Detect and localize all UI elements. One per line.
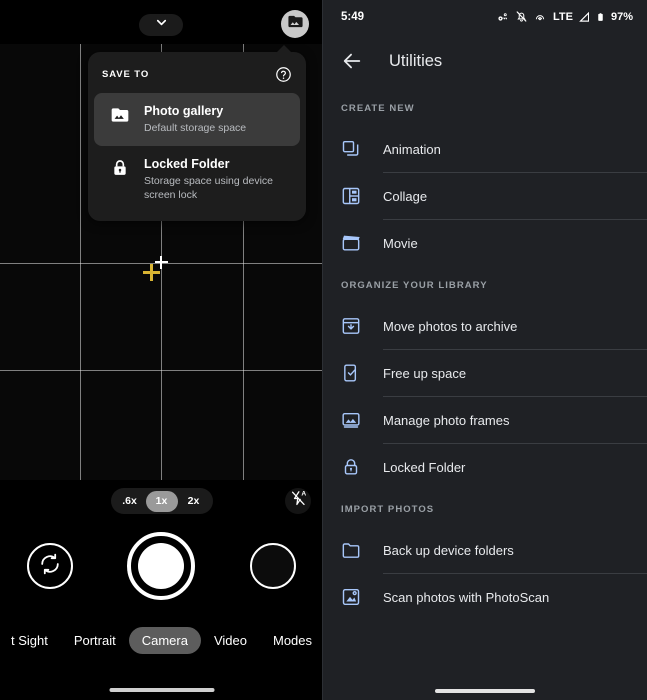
back-arrow-icon[interactable] [341,50,363,72]
mode-modes[interactable]: Modes [260,627,322,654]
camera-action-buttons [0,528,322,604]
option-subtitle: Default storage space [144,122,247,134]
save-to-option-text: Locked Folder Storage space using device… [144,156,288,202]
save-to-label: SAVE TO [102,69,150,80]
mode-video[interactable]: Video [201,627,260,654]
help-circle-icon[interactable] [275,66,292,83]
cast-icon [533,11,547,23]
list-item-label: Free up space [383,365,467,381]
camera-mode-selector[interactable]: t Sight Portrait Camera Video Modes [0,623,322,657]
list-item-back-up-device-folders[interactable]: Back up device folders [323,527,647,573]
movie-icon [341,233,361,253]
save-to-popup: SAVE TO Photo gallery Default storage sp… [88,45,306,221]
section-list-import: Back up device folders Scan photos with … [323,527,647,620]
vpn-key-icon [496,11,510,23]
last-photo-thumbnail[interactable] [249,543,296,589]
collage-icon [341,186,361,206]
list-item-manage-photo-frames[interactable]: Manage photo frames [323,397,647,443]
list-item-label: Back up device folders [383,542,514,558]
gesture-home-bar[interactable] [109,688,214,692]
notifications-off-icon [515,10,528,23]
svg-text:A: A [301,491,306,498]
folder-icon [341,540,361,560]
save-to-option-locked-folder[interactable]: Locked Folder Storage space using device… [94,146,300,213]
list-item-label: Locked Folder [383,459,466,475]
list-item-label: Manage photo frames [383,412,510,428]
mode-camera[interactable]: Camera [128,626,201,654]
option-title: Locked Folder [144,157,230,171]
camera-top-bar [0,0,322,44]
lock-icon [110,158,130,178]
camera-flip-icon [38,552,62,581]
list-item-collage[interactable]: Collage [323,173,647,219]
save-to-option-text: Photo gallery Default storage space [144,103,246,135]
archive-icon [341,316,361,336]
list-item-label: Animation [383,141,441,157]
flash-off-auto-icon: A [289,489,308,513]
zoom-level-selector[interactable]: .6x 1x 2x [110,488,213,514]
photo-frames-icon [341,410,361,430]
section-header-create-new: CREATE NEW [341,103,415,114]
shutter-button[interactable] [127,532,196,600]
lock-icon [341,457,361,477]
grid-line-horizontal [0,370,322,371]
zoom-option-0_6x[interactable]: .6x [114,491,146,512]
chevron-down-icon [154,15,169,35]
utilities-screen: 5:49 LTE 97% Utilities CREATE NEW Animat… [323,0,647,700]
battery-percent: 97% [610,10,633,23]
save-to-popup-header: SAVE TO [88,58,306,93]
mode-portrait[interactable]: Portrait [61,627,129,654]
section-header-organize: ORGANIZE YOUR LIBRARY [341,280,488,291]
flash-mode-button[interactable]: A [285,488,311,514]
flip-camera-button[interactable] [27,543,74,589]
zoom-option-2x[interactable]: 2x [178,491,210,512]
dual-screenshot: SAVE TO Photo gallery Default storage sp… [0,0,647,700]
expand-settings-button[interactable] [139,14,183,36]
gallery-shortcut-button[interactable] [281,10,309,38]
battery-icon [596,10,605,24]
grid-line-vertical [80,44,81,480]
list-item-label: Movie [383,235,418,251]
list-item-animation[interactable]: Animation [323,126,647,172]
camera-controls: .6x 1x 2x A t Sight Portrait Camera Vide… [0,480,322,700]
signal-icon [578,11,591,23]
section-header-import: IMPORT PHOTOS [341,504,435,515]
section-list-create-new: Animation Collage Movie [323,126,647,266]
option-subtitle: Storage space using device screen lock [144,175,273,201]
save-to-option-photo-gallery[interactable]: Photo gallery Default storage space [94,93,300,146]
page-title: Utilities [389,51,443,70]
shutter-inner [138,543,185,589]
free-up-space-icon [341,363,361,383]
photo-gallery-icon [287,13,304,35]
network-type-label: LTE [553,10,573,23]
photoscan-icon [341,587,361,607]
list-item-movie[interactable]: Movie [323,220,647,266]
zoom-option-1x[interactable]: 1x [145,490,178,512]
mode-night-sight[interactable]: t Sight [0,627,61,654]
photo-folder-icon [110,105,130,125]
animation-icon [341,139,361,159]
list-item-label: Collage [383,188,428,204]
list-item-free-up-space[interactable]: Free up space [323,350,647,396]
list-item-move-photos-to-archive[interactable]: Move photos to archive [323,303,647,349]
list-item-scan-photos-photoscan[interactable]: Scan photos with PhotoScan [323,574,647,620]
section-list-organize: Move photos to archive Free up space Man… [323,303,647,490]
camera-app-screen: SAVE TO Photo gallery Default storage sp… [0,0,323,700]
list-item-label: Move photos to archive [383,318,518,334]
status-bar: 5:49 LTE 97% [323,0,647,33]
list-item-locked-folder[interactable]: Locked Folder [323,444,647,490]
option-title: Photo gallery [144,104,224,118]
list-item-label: Scan photos with PhotoScan [383,589,550,605]
status-icons: LTE 97% [496,10,633,24]
gesture-home-bar[interactable] [435,689,535,693]
app-bar: Utilities [323,33,647,89]
status-time: 5:49 [341,10,365,23]
